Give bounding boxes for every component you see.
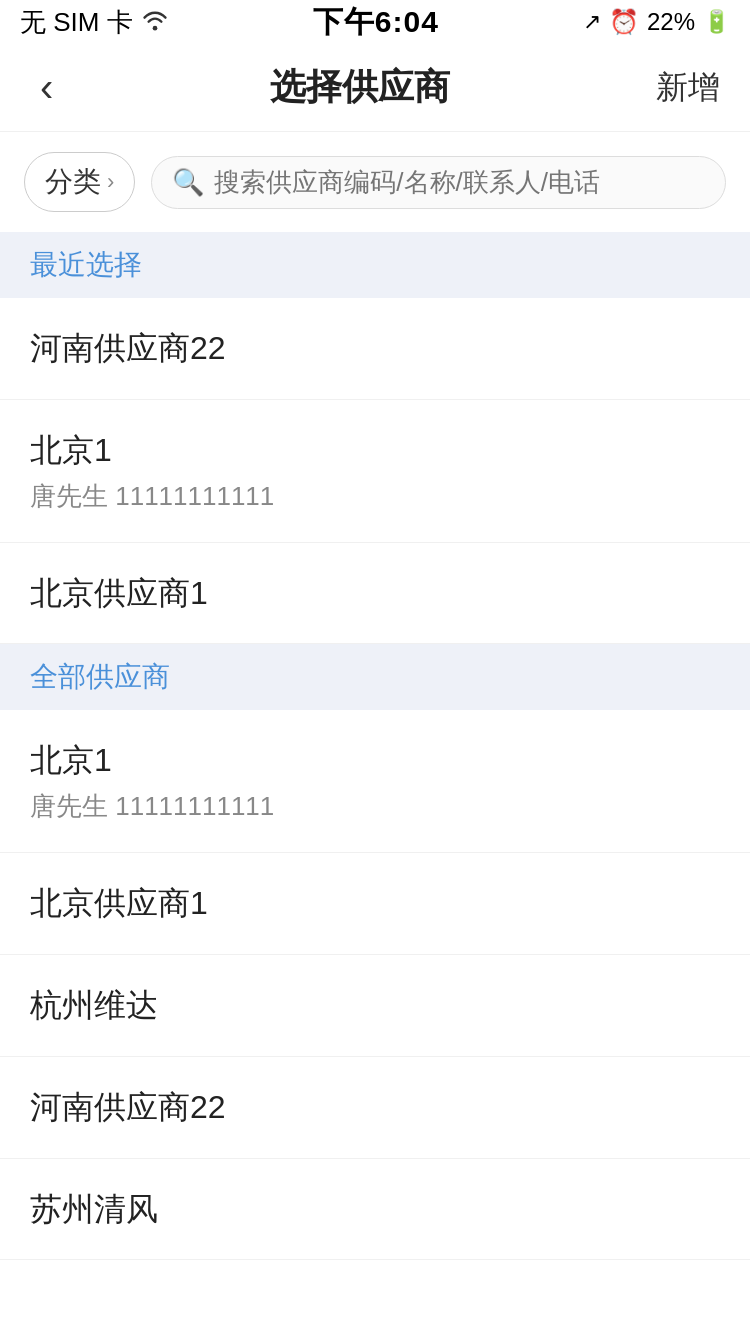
list-item[interactable]: 北京供应商1 (0, 853, 750, 955)
category-label: 分类 (45, 163, 101, 201)
recent-items-list: 河南供应商22 北京1 唐先生 11111111111 北京供应商1 (0, 298, 750, 644)
back-button[interactable]: ‹ (30, 55, 63, 120)
search-box[interactable]: 🔍 (151, 156, 726, 209)
all-section-header: 全部供应商 (0, 644, 750, 710)
list-item[interactable]: 北京1 唐先生 11111111111 (0, 710, 750, 853)
list-item[interactable]: 河南供应商22 (0, 298, 750, 400)
filter-bar: 分类 › 🔍 (0, 132, 750, 232)
wifi-icon (141, 7, 169, 38)
item-name: 北京1 (30, 738, 720, 783)
list-item[interactable]: 杭州维达 (0, 955, 750, 1057)
item-name: 北京供应商1 (30, 881, 720, 926)
item-sub: 唐先生 11111111111 (30, 789, 720, 824)
item-name: 北京1 (30, 428, 720, 473)
list-item[interactable]: 河南供应商22 (0, 1057, 750, 1159)
add-button[interactable]: 新增 (656, 66, 720, 110)
carrier-text: 无 SIM 卡 (20, 5, 133, 40)
item-name: 河南供应商22 (30, 326, 720, 371)
nav-bar: ‹ 选择供应商 新增 (0, 44, 750, 132)
status-bar: 无 SIM 卡 下午6:04 ↗ ⏰ 22% 🔋 (0, 0, 750, 44)
list-item[interactable]: 苏州清风 (0, 1159, 750, 1261)
item-name: 苏州清风 (30, 1187, 720, 1232)
item-sub: 唐先生 11111111111 (30, 479, 720, 514)
item-name: 杭州维达 (30, 983, 720, 1028)
search-input[interactable] (214, 167, 705, 198)
status-time: 下午6:04 (313, 2, 439, 43)
all-section-label: 全部供应商 (30, 661, 170, 692)
recent-section-header: 最近选择 (0, 232, 750, 298)
status-left: 无 SIM 卡 (20, 5, 169, 40)
page-title: 选择供应商 (270, 63, 450, 112)
chevron-right-icon: › (107, 169, 114, 195)
list-item[interactable]: 北京1 唐先生 11111111111 (0, 400, 750, 543)
list-item[interactable]: 北京供应商1 (0, 543, 750, 645)
search-icon: 🔍 (172, 167, 204, 198)
item-name: 北京供应商1 (30, 571, 720, 616)
category-button[interactable]: 分类 › (24, 152, 135, 212)
alarm-icon: ⏰ (609, 8, 639, 36)
item-name: 河南供应商22 (30, 1085, 720, 1130)
all-items-list: 北京1 唐先生 11111111111 北京供应商1 杭州维达河南供应商22 苏州清风 (0, 710, 750, 1260)
location-icon: ↗ (583, 9, 601, 35)
recent-section-label: 最近选择 (30, 249, 142, 280)
status-right: ↗ ⏰ 22% 🔋 (583, 8, 730, 36)
battery-icon: 🔋 (703, 9, 730, 35)
battery-text: 22% (647, 8, 695, 36)
